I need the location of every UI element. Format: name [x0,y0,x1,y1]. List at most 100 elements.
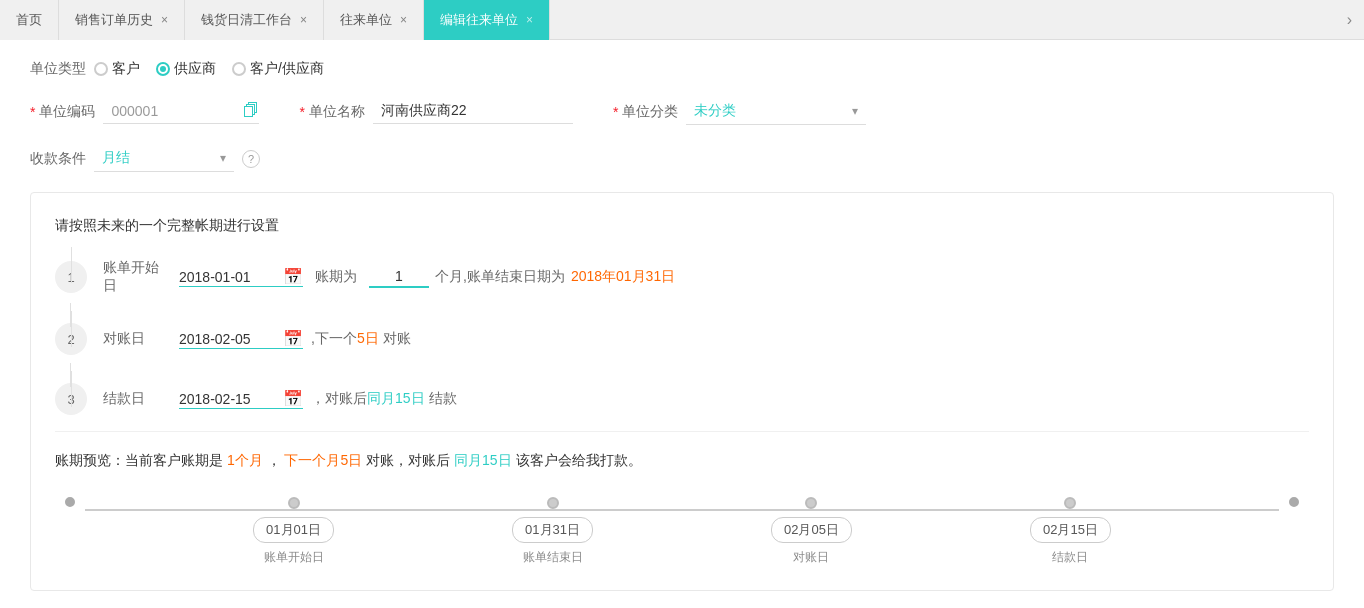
unit-name-input[interactable] [373,99,573,124]
tab-partner-unit-close[interactable]: × [400,13,407,27]
timeline-dot-3 [805,497,817,509]
timeline-node-2: 01月31日 账单结束日 [512,497,593,566]
radio-both[interactable]: 客户/供应商 [232,60,324,78]
timeline-container: 01月01日 账单开始日 01月31日 账单结束日 02月05日 对账日 [55,497,1309,566]
unit-name-label: 单位名称 [309,103,365,121]
radio-supplier-label: 供应商 [174,60,216,78]
calendar-icon-1[interactable]: 📅 [283,267,303,286]
timeline-dot-2 [547,497,559,509]
row2-highlight: 5日 [357,330,379,348]
preview-text2: ， [267,452,281,468]
tab-sales-history-label: 销售订单历史 [75,11,153,29]
unit-info-row: * 单位编码 🗍 * 单位名称 * 单位分类 未分类 ▾ [30,98,1334,125]
unit-type-row: 单位类型 客户 供应商 客户/供应商 [30,60,1334,78]
tab-partner-unit[interactable]: 往来单位 × [324,0,424,40]
card-title: 请按照未来的一个完整帐期进行设置 [55,217,1309,235]
row3-suffix: 结款 [429,390,457,408]
unit-category-field: * 单位分类 未分类 ▾ [613,98,866,125]
timeline-nodes: 01月01日 账单开始日 01月31日 账单结束日 02月05日 对账日 [65,497,1299,566]
period-input[interactable] [369,266,429,288]
radio-customer-label: 客户 [112,60,140,78]
unit-category-required: * [613,104,618,120]
timeline-start [65,497,75,507]
preview-highlight2: 下一个月5日 [284,452,362,468]
unit-code-input-wrapper: 🗍 [103,99,259,124]
tab-cash-work[interactable]: 钱货日清工作台 × [185,0,324,40]
timeline-dot-4 [1064,497,1076,509]
unit-name-field: * 单位名称 [299,99,572,124]
tab-edit-partner[interactable]: 编辑往来单位 × [424,0,550,40]
row-label-3: 结款日 [103,390,163,408]
date-input-3: 📅 [179,389,303,409]
unit-category-select[interactable]: 未分类 ▾ [686,98,866,125]
tab-edit-partner-close[interactable]: × [526,13,533,27]
row-num-1: 1 [55,261,87,293]
radio-customer-circle [94,62,108,76]
payment-terms-value: 月结 [102,149,212,167]
timeline-label-1: 账单开始日 [264,549,324,566]
timeline-node-1: 01月01日 账单开始日 [253,497,334,566]
settings-card: 请按照未来的一个完整帐期进行设置 1 账单开始日 📅 账期为 个月,账单结束日期… [30,192,1334,591]
preview-prefix: 账期预览：当前客户账期是 [55,452,223,468]
tab-home-label: 首页 [16,11,42,29]
date-input-2: 📅 [179,329,303,349]
payment-terms-select[interactable]: 月结 ▾ [94,145,234,172]
row-num-3: 3 [55,383,87,415]
payment-terms-row: 收款条件 月结 ▾ ? [30,145,1334,172]
date-field-1[interactable] [179,269,279,285]
unit-code-input[interactable] [103,99,243,123]
preview-text: 账期预览：当前客户账期是 1个月 ， 下一个月5日 对账，对账后 同月15日 该… [55,448,1309,473]
date-field-3[interactable] [179,391,279,407]
preview-text3: 对账，对账后 [366,452,450,468]
unit-code-field: * 单位编码 🗍 [30,99,259,124]
row3-highlight: 同月15日 [367,390,425,408]
row-num-2: 2 [55,323,87,355]
card-divider [55,431,1309,432]
tab-home[interactable]: 首页 [0,0,59,40]
timeline-badge-4: 02月15日 [1030,517,1111,543]
unit-category-value: 未分类 [694,102,844,120]
timeline-badge-3: 02月05日 [771,517,852,543]
calendar-icon-3[interactable]: 📅 [283,389,303,408]
preview-suffix: 该客户会给我打款。 [516,452,642,468]
preview-highlight1: 1个月 [227,452,263,468]
main-content: 单位类型 客户 供应商 客户/供应商 * 单位编码 [0,40,1364,608]
timeline-end-dot [1289,497,1299,507]
tab-sales-history[interactable]: 销售订单历史 × [59,0,185,40]
tab-partner-unit-label: 往来单位 [340,11,392,29]
setting-row-1: 1 账单开始日 📅 账期为 个月,账单结束日期为 2018年01月31日 [55,259,1309,295]
tab-cash-work-close[interactable]: × [300,13,307,27]
calendar-icon-2[interactable]: 📅 [283,329,303,348]
end-date-highlight: 2018年01月31日 [571,268,675,286]
tab-edit-partner-label: 编辑往来单位 [440,11,518,29]
unit-type-radio-group: 客户 供应商 客户/供应商 [94,60,324,78]
radio-customer[interactable]: 客户 [94,60,140,78]
row2-prefix: ,下一个 [311,330,357,348]
row3-prefix: ，对账后 [311,390,367,408]
setting-row-2: 2 对账日 📅 ,下一个 5日 对账 [55,323,1309,355]
tab-cash-work-label: 钱货日清工作台 [201,11,292,29]
tabs-bar: 首页 销售订单历史 × 钱货日清工作台 × 往来单位 × 编辑往来单位 × › [0,0,1364,40]
date-field-2[interactable] [179,331,279,347]
date-input-1: 📅 [179,267,303,287]
help-icon[interactable]: ? [242,150,260,168]
setting-row-3: 3 结款日 📅 ，对账后 同月15日 结款 [55,383,1309,415]
timeline-label-4: 结款日 [1052,549,1088,566]
tab-sales-history-close[interactable]: × [161,13,168,27]
row-label-2: 对账日 [103,330,163,348]
payment-terms-arrow: ▾ [220,151,226,165]
unit-code-icon[interactable]: 🗍 [243,102,259,120]
months-suffix: 个月,账单结束日期为 [435,268,565,286]
tabs-expand-button[interactable]: › [1335,11,1364,29]
timeline-label-2: 账单结束日 [523,549,583,566]
timeline-node-3: 02月05日 对账日 [771,497,852,566]
radio-supplier-circle [156,62,170,76]
unit-code-label: 单位编码 [39,103,95,121]
unit-type-field: 单位类型 客户 供应商 客户/供应商 [30,60,324,78]
radio-supplier[interactable]: 供应商 [156,60,216,78]
preview-highlight3: 同月15日 [454,452,512,468]
radio-both-circle [232,62,246,76]
timeline-label-3: 对账日 [793,549,829,566]
unit-name-required: * [299,104,304,120]
timeline-node-4: 02月15日 结款日 [1030,497,1111,566]
